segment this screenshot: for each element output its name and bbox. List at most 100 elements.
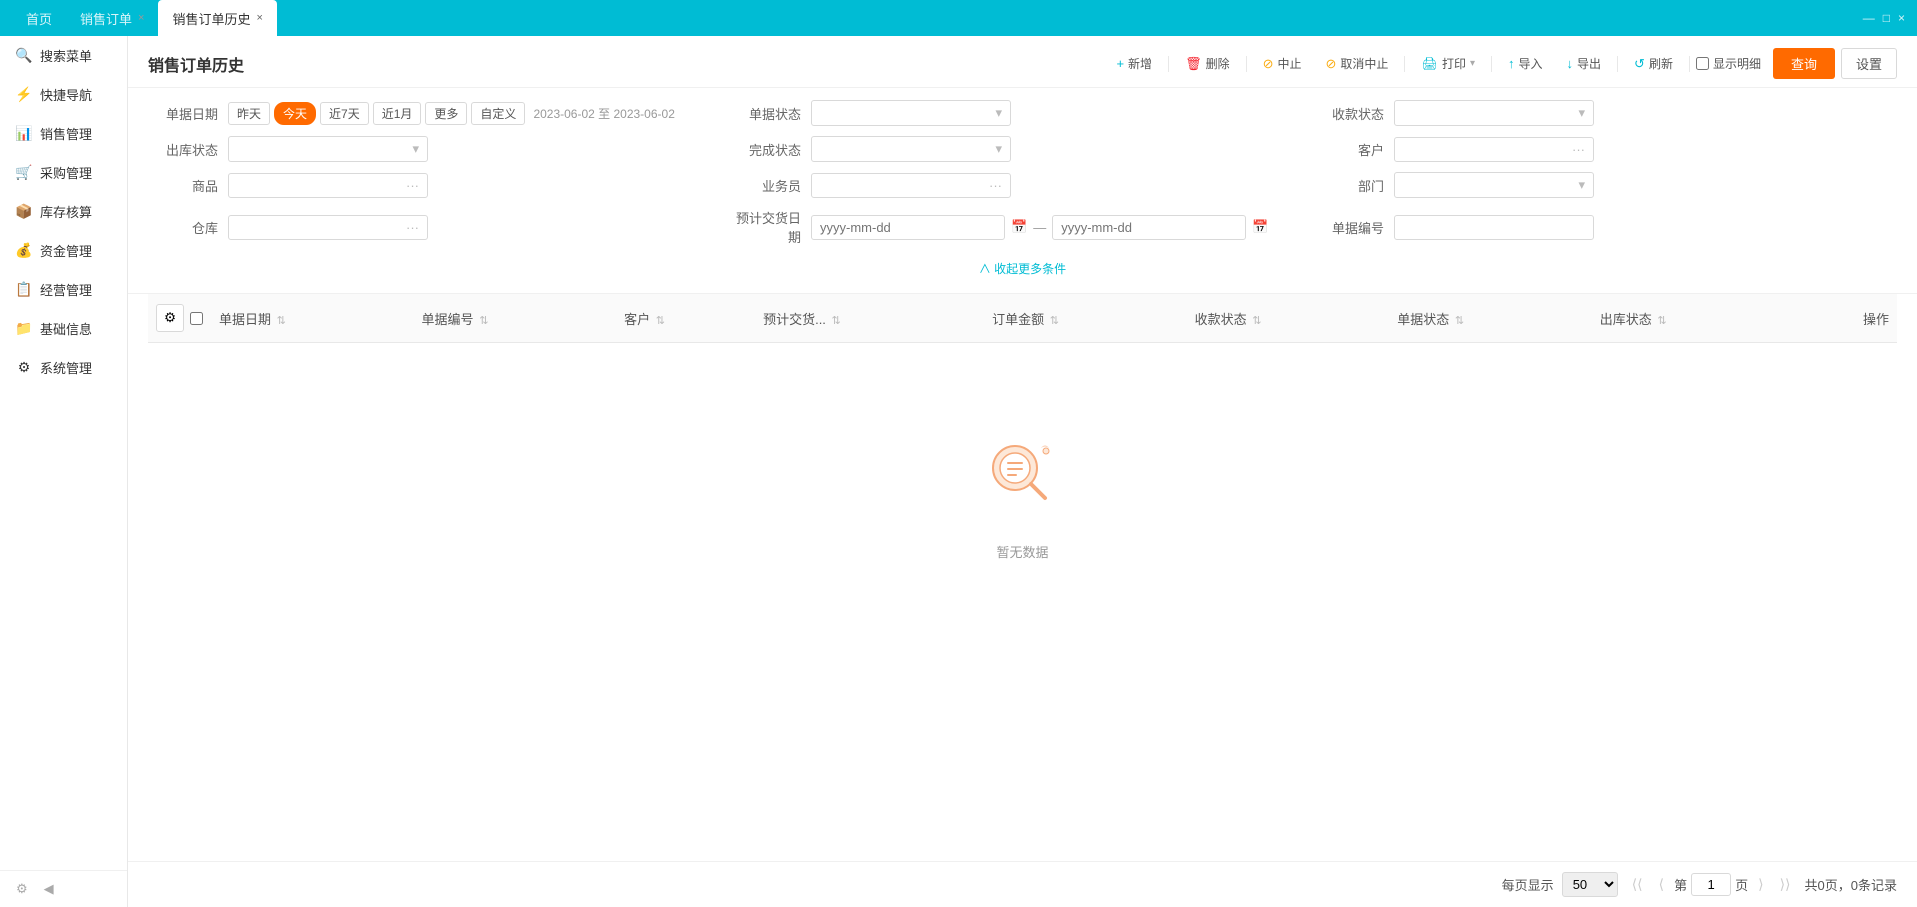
sidebar-item-sales-mgmt-label: 销售管理	[40, 124, 92, 143]
delivery-date-calendar-icon-end[interactable]: 📅	[1252, 219, 1268, 235]
select-all-checkbox[interactable]	[190, 312, 203, 325]
minimize-button[interactable]: —	[1863, 11, 1875, 25]
sidebar-item-operations[interactable]: 📋 经营管理	[0, 270, 127, 309]
th-order-amount[interactable]: 订单金额 ⇅	[984, 294, 1187, 343]
th-bill-no[interactable]: 单据编号 ⇅	[414, 294, 617, 343]
sidebar-item-quick-nav[interactable]: ⚡ 快捷导航	[0, 75, 127, 114]
bill-status-select[interactable]: ▾	[811, 100, 1011, 126]
th-customer-label: 客户	[624, 312, 650, 327]
display-columns-label[interactable]: 显示明细	[1696, 55, 1761, 72]
th-delivery-date[interactable]: 预计交货... ⇅	[755, 294, 984, 343]
bill-no-input[interactable]	[1394, 215, 1594, 240]
delivery-date-calendar-icon-start[interactable]: 📅	[1011, 219, 1027, 235]
prev-page-button[interactable]: ⟨	[1653, 873, 1670, 896]
sidebar-item-finance-label: 资金管理	[40, 241, 92, 260]
collapse-label: ∧ 收起更多条件	[979, 260, 1066, 277]
page-label-pre: 第	[1674, 875, 1687, 894]
date-btn-1month[interactable]: 近1月	[373, 102, 422, 125]
new-button[interactable]: + 新增	[1106, 50, 1162, 77]
filter-area: 单据日期 昨天 今天 近7天 近1月 更多 自定义 2023-06-02 至 2…	[128, 88, 1917, 294]
last-page-button[interactable]: ⟩⟩	[1774, 873, 1797, 896]
tab-sales-order-history-label: 销售订单历史	[172, 9, 250, 28]
complete-status-arrow: ▾	[995, 141, 1002, 157]
filter-row-1: 单据日期 昨天 今天 近7天 近1月 更多 自定义 2023-06-02 至 2…	[148, 100, 1897, 126]
delivery-date-start-input[interactable]	[811, 215, 1005, 240]
th-receipt-status[interactable]: 收款状态 ⇅	[1187, 294, 1390, 343]
restore-button[interactable]: □	[1883, 11, 1890, 25]
close-history-tab[interactable]: ×	[256, 12, 262, 24]
refresh-button[interactable]: ↺ 刷新	[1624, 50, 1683, 77]
customer-select[interactable]: ···	[1394, 137, 1594, 162]
outbound-status-select[interactable]: ▾	[228, 136, 428, 162]
receipt-status-label: 收款状态	[1314, 104, 1394, 123]
sidebar-collapse-icon[interactable]: ◀	[44, 881, 54, 897]
th-customer[interactable]: 客户 ⇅	[616, 294, 755, 343]
date-btn-more[interactable]: 更多	[425, 102, 467, 125]
delivery-date-end-input[interactable]	[1052, 215, 1246, 240]
next-page-button[interactable]: ⟩	[1752, 873, 1769, 896]
delete-button[interactable]: 🗑 删除	[1175, 50, 1240, 77]
th-settings: ⚙	[148, 294, 211, 343]
print-button[interactable]: 🖨 打印 ▾	[1411, 50, 1485, 77]
page-input[interactable]	[1691, 873, 1731, 896]
sales-mgmt-icon: 📊	[16, 126, 32, 142]
date-range-text: 2023-06-02 至 2023-06-02	[533, 105, 674, 122]
product-control: ···	[228, 173, 731, 198]
sidebar-item-system-mgmt-label: 系统管理	[40, 358, 92, 377]
salesperson-select[interactable]: ···	[811, 173, 1011, 198]
th-outbound-status[interactable]: 出库状态 ⇅	[1592, 294, 1795, 343]
sidebar-item-system-mgmt[interactable]: ⚙ 系统管理	[0, 348, 127, 387]
warehouse-select[interactable]: ···	[228, 215, 428, 240]
date-btn-custom[interactable]: 自定义	[471, 102, 525, 125]
th-bill-status[interactable]: 单据状态 ⇅	[1389, 294, 1592, 343]
complete-status-control: ▾	[811, 136, 1314, 162]
date-btn-today[interactable]: 今天	[274, 102, 316, 125]
sidebar-item-inventory-label: 库存核算	[40, 202, 92, 221]
cancel-stop-button[interactable]: ⊘ 取消中止	[1316, 50, 1399, 77]
first-page-button[interactable]: ⟨⟨	[1626, 873, 1649, 896]
filter-row-2: 出库状态 ▾ 完成状态 ▾ 客户	[148, 136, 1897, 162]
receipt-status-select[interactable]: ▾	[1394, 100, 1594, 126]
stop-button[interactable]: ⊘ 中止	[1253, 50, 1312, 77]
sidebar-settings-icon[interactable]: ⚙	[16, 881, 28, 897]
th-bill-no-label: 单据编号	[422, 312, 474, 327]
settings-button[interactable]: 设置	[1841, 48, 1897, 79]
outbound-status-arrow: ▾	[412, 141, 419, 157]
salesperson-label: 业务员	[731, 176, 811, 195]
empty-state: 暂无数据	[148, 343, 1897, 641]
department-select[interactable]: ▾	[1394, 172, 1594, 198]
table-header-row: ⚙ 单据日期 ⇅ 单据编号 ⇅ 客户	[148, 294, 1897, 343]
divider-5	[1617, 56, 1618, 72]
collapse-bar[interactable]: ∧ 收起更多条件	[148, 256, 1897, 281]
sidebar-item-purchase-mgmt[interactable]: 🛒 采购管理	[0, 153, 127, 192]
search-button[interactable]: 查询	[1773, 48, 1835, 79]
sidebar-item-search-menu[interactable]: 🔍 搜索菜单	[0, 36, 127, 75]
bill-status-label: 单据状态	[731, 104, 811, 123]
table-container: ⚙ 单据日期 ⇅ 单据编号 ⇅ 客户	[128, 294, 1917, 861]
table-settings-button[interactable]: ⚙	[156, 304, 184, 332]
sidebar-item-inventory[interactable]: 📦 库存核算	[0, 192, 127, 231]
divider-2	[1246, 56, 1247, 72]
th-bill-date-label: 单据日期	[219, 312, 271, 327]
import-button[interactable]: ↑ 导入	[1498, 50, 1553, 77]
date-btn-7days[interactable]: 近7天	[320, 102, 369, 125]
product-dots: ···	[406, 178, 419, 193]
tab-sales-order-history[interactable]: 销售订单历史 ×	[158, 0, 276, 36]
sidebar: 🔍 搜索菜单 ⚡ 快捷导航 📊 销售管理 🛒 采购管理 📦 库存核算 💰 资金管…	[0, 36, 128, 907]
th-bill-date[interactable]: 单据日期 ⇅	[211, 294, 414, 343]
sidebar-item-finance[interactable]: 💰 资金管理	[0, 231, 127, 270]
complete-status-select[interactable]: ▾	[811, 136, 1011, 162]
tab-home-label: 首页	[26, 9, 52, 28]
sidebar-item-sales-mgmt[interactable]: 📊 销售管理	[0, 114, 127, 153]
operations-icon: 📋	[16, 282, 32, 298]
close-window-button[interactable]: ×	[1898, 11, 1905, 25]
tab-sales-order[interactable]: 销售订单 ×	[66, 0, 158, 36]
sidebar-item-basic-info[interactable]: 📁 基础信息	[0, 309, 127, 348]
close-sales-order-tab[interactable]: ×	[138, 12, 144, 24]
export-button[interactable]: ↓ 导出	[1557, 50, 1612, 77]
tab-home[interactable]: 首页	[12, 0, 66, 36]
date-btn-yesterday[interactable]: 昨天	[228, 102, 270, 125]
product-select[interactable]: ···	[228, 173, 428, 198]
page-size-select[interactable]: 20 50 100	[1562, 872, 1618, 897]
display-columns-checkbox[interactable]	[1696, 57, 1709, 70]
